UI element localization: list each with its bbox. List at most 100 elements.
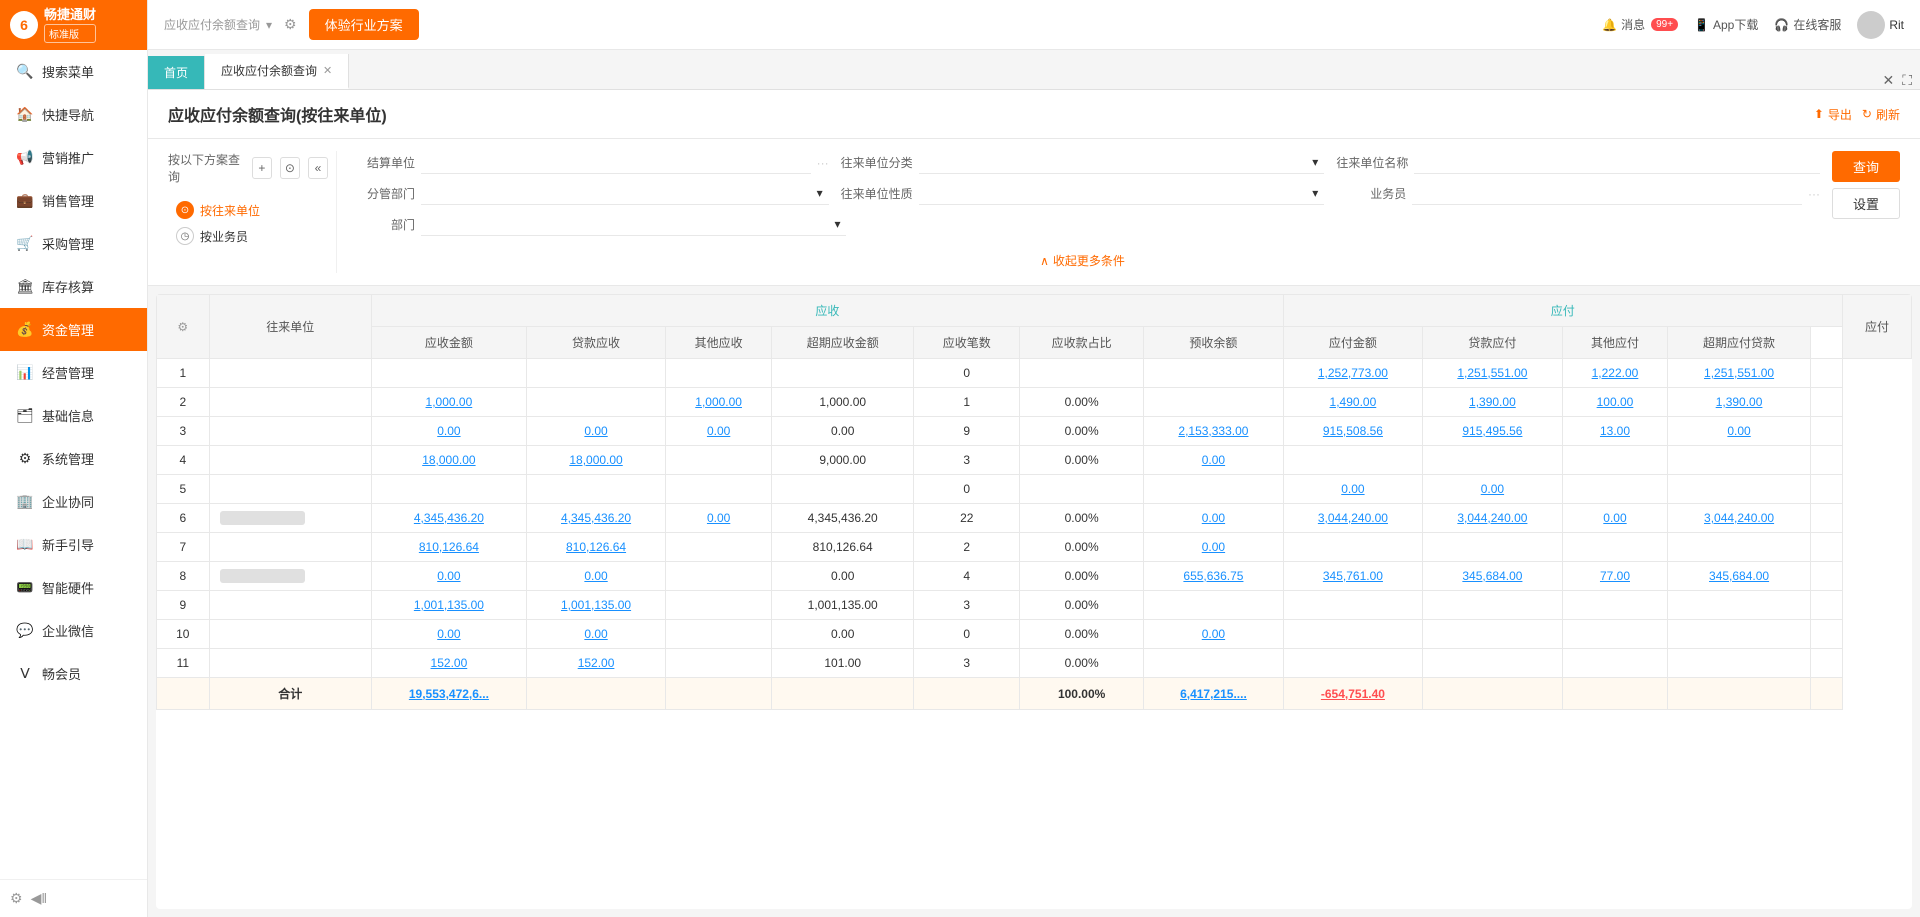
filter-settings-button[interactable]: ⊙ bbox=[280, 157, 300, 179]
summary-ar-amount[interactable]: 19,553,472,6... bbox=[372, 678, 527, 710]
sidebar-logo: 6 畅捷通财 标准版 bbox=[0, 0, 147, 50]
refresh-button[interactable]: ↻ 刷新 bbox=[1862, 106, 1900, 123]
sidebar: 6 畅捷通财 标准版 🔍 搜索菜单 🏠 快捷导航 📢 营销推广 💼 销售管理 🛒… bbox=[0, 0, 148, 917]
sidebar-footer: ⚙ ◀‖ bbox=[0, 879, 147, 917]
tab-query[interactable]: 应收应付余额查询 ✕ bbox=[205, 54, 349, 89]
sidebar-item-system[interactable]: ⚙ 系统管理 bbox=[0, 437, 147, 480]
export-button[interactable]: ⬆ 导出 bbox=[1814, 106, 1852, 123]
service-icon: 🎧 bbox=[1774, 18, 1789, 32]
staff-input[interactable] bbox=[1412, 182, 1802, 205]
sidebar-item-base[interactable]: 🗂 基础信息 bbox=[0, 394, 147, 437]
breadcrumb-arrow: ▾ bbox=[266, 18, 272, 32]
enterprise-icon: 🏢 bbox=[16, 493, 34, 510]
maximize-button[interactable]: ⛶ bbox=[1902, 72, 1912, 89]
sidebar-item-capital[interactable]: 💰 资金管理 bbox=[0, 308, 147, 351]
topbar: 应收应付余额查询 ▾ ⚙ 体验行业方案 🔔 消息 99+ 📱 App下载 🎧 在… bbox=[148, 0, 1920, 50]
settings-col-header[interactable]: ⚙ bbox=[157, 295, 210, 359]
sidebar-collapse-button[interactable]: ◀‖ bbox=[31, 890, 48, 907]
sidebar-item-smart[interactable]: 📟 智能硬件 bbox=[0, 566, 147, 609]
table-row: 6██████████4,345,436.204,345,436.200.004… bbox=[157, 504, 1912, 533]
summary-ar-prepay[interactable]: 6,417,215.... bbox=[1144, 678, 1283, 710]
filter-area: 按以下方案查询 + ⊙ « ⊙ 按往来单位 ◷ 按业务员 bbox=[148, 139, 1920, 286]
ar-overdue-header: 超期应收金额 bbox=[771, 327, 913, 359]
close-window-button[interactable]: ✕ bbox=[1882, 72, 1894, 89]
table-row: 100.000.000.0000.00%0.00 bbox=[157, 620, 1912, 649]
sidebar-item-marketing[interactable]: 📢 营销推广 bbox=[0, 136, 147, 179]
tab-home[interactable]: 首页 bbox=[148, 56, 205, 89]
filter-field-dept: 分管部门 ▾ bbox=[345, 182, 829, 205]
data-table: ⚙ 往来单位 应收 应付 应付 应收金额 贷款应收 其他应收 超期应收金额 应收… bbox=[156, 294, 1912, 710]
sidebar-item-enterprise[interactable]: 🏢 企业协同 bbox=[0, 480, 147, 523]
table-settings-icon[interactable]: ⚙ bbox=[177, 320, 188, 334]
table-row: 500.000.00 bbox=[157, 475, 1912, 504]
filter-field-unit-nature: 往来单位性质 ▾ bbox=[841, 182, 1325, 205]
breadcrumb-text: 应收应付余额查询 bbox=[164, 16, 260, 33]
settings-icon[interactable]: ⚙ bbox=[284, 16, 297, 33]
filter-row-3: 部门 ▾ bbox=[345, 213, 1820, 236]
tab-close-button[interactable]: ✕ bbox=[323, 64, 332, 77]
settlement-unit-input[interactable] bbox=[421, 151, 811, 174]
sidebar-item-guide[interactable]: 📖 新手引导 bbox=[0, 523, 147, 566]
app-download-button[interactable]: 📱 App下载 bbox=[1694, 16, 1758, 33]
setting-button[interactable]: 设置 bbox=[1832, 188, 1900, 219]
user-avatar[interactable]: Rit bbox=[1857, 11, 1904, 39]
wechat-icon: 💬 bbox=[16, 622, 34, 639]
online-service-button[interactable]: 🎧 在线客服 bbox=[1774, 16, 1841, 33]
filter-add-button[interactable]: + bbox=[252, 157, 272, 179]
collapse-button[interactable]: ∧ 收起更多条件 bbox=[345, 248, 1820, 273]
collapse-arrow-icon: ∧ bbox=[1040, 254, 1049, 268]
filter-field-unit-name: 往来单位名称 bbox=[1336, 151, 1820, 174]
query-button[interactable]: 查询 bbox=[1832, 151, 1900, 182]
summary-label: 合计 bbox=[209, 678, 371, 710]
unit-nature-select[interactable]: ▾ bbox=[919, 182, 1325, 205]
settlement-dots-button[interactable]: ··· bbox=[817, 156, 829, 170]
sidebar-item-member[interactable]: Ⅴ 畅会员 bbox=[0, 652, 147, 695]
base-icon: 🗂 bbox=[16, 407, 34, 424]
table-row: 91,001,135.001,001,135.001,001,135.0030.… bbox=[157, 591, 1912, 620]
tabbar-actions: ✕ ⛶ bbox=[1874, 72, 1920, 89]
operations-icon: 📊 bbox=[16, 364, 34, 381]
sales-icon: 💼 bbox=[16, 192, 34, 209]
extra-col: 应付 bbox=[1842, 295, 1911, 359]
sidebar-item-sales[interactable]: 💼 销售管理 bbox=[0, 179, 147, 222]
capital-icon: 💰 bbox=[16, 321, 34, 338]
system-icon: ⚙ bbox=[16, 450, 34, 467]
dept-select[interactable]: ▾ bbox=[421, 182, 829, 205]
page-header: 应收应付余额查询(按往来单位) ⬆ 导出 ↻ 刷新 bbox=[148, 90, 1920, 139]
table-row: 30.000.000.000.0090.00%2,153,333.00915,5… bbox=[157, 417, 1912, 446]
filter-collapse-left-button[interactable]: « bbox=[308, 157, 328, 179]
notifications-button[interactable]: 🔔 消息 99+ bbox=[1602, 16, 1678, 33]
sidebar-item-search[interactable]: 🔍 搜索菜单 bbox=[0, 50, 147, 93]
app-icon: 📱 bbox=[1694, 18, 1709, 32]
filter-field-unit-type: 往来单位分类 ▾ bbox=[841, 151, 1325, 174]
page-header-actions: ⬆ 导出 ↻ 刷新 bbox=[1814, 106, 1900, 135]
guide-icon: 📖 bbox=[16, 536, 34, 553]
sidebar-settings-button[interactable]: ⚙ bbox=[10, 890, 23, 907]
smart-icon: 📟 bbox=[16, 579, 34, 596]
ar-ratio-header: 应收款占比 bbox=[1020, 327, 1144, 359]
filter-content: 按以下方案查询 + ⊙ « ⊙ 按往来单位 ◷ 按业务员 bbox=[168, 151, 1900, 273]
unit-type-select[interactable]: ▾ bbox=[919, 151, 1325, 174]
marketing-icon: 📢 bbox=[16, 149, 34, 166]
filter-option-by-unit[interactable]: ⊙ 按往来单位 bbox=[168, 197, 328, 223]
filter-divider bbox=[336, 151, 337, 273]
staff-dots-button[interactable]: ··· bbox=[1808, 187, 1820, 201]
sub-dept-select[interactable]: ▾ bbox=[421, 213, 846, 236]
sidebar-item-operations[interactable]: 📊 经营管理 bbox=[0, 351, 147, 394]
ap-overdue-header: 超期应付贷款 bbox=[1668, 327, 1810, 359]
tabbar: 首页 应收应付余额查询 ✕ ✕ ⛶ bbox=[148, 50, 1920, 90]
summary-ap-amount[interactable]: -654,751.40 bbox=[1283, 678, 1422, 710]
filter-option-by-staff[interactable]: ◷ 按业务员 bbox=[168, 223, 328, 249]
sidebar-item-inventory[interactable]: 🏛 库存核算 bbox=[0, 265, 147, 308]
ap-loan-header: 贷款应付 bbox=[1423, 327, 1562, 359]
unit-name-input[interactable] bbox=[1414, 151, 1820, 174]
sidebar-item-wechat[interactable]: 💬 企业微信 bbox=[0, 609, 147, 652]
filter-top: 按以下方案查询 + ⊙ « bbox=[168, 151, 328, 185]
summary-row: 合计 19,553,472,6... 100.00% 6,417,215....… bbox=[157, 678, 1912, 710]
sidebar-item-purchase[interactable]: 🛒 采购管理 bbox=[0, 222, 147, 265]
filter-rows: 结算单位 ··· 往来单位分类 ▾ 往来单位名称 bbox=[345, 151, 1820, 273]
sidebar-item-quicknav[interactable]: 🏠 快捷导航 bbox=[0, 93, 147, 136]
cta-button[interactable]: 体验行业方案 bbox=[309, 9, 419, 40]
ar-loan-header: 贷款应收 bbox=[526, 327, 665, 359]
filter-field-sub-dept: 部门 ▾ bbox=[345, 213, 846, 236]
